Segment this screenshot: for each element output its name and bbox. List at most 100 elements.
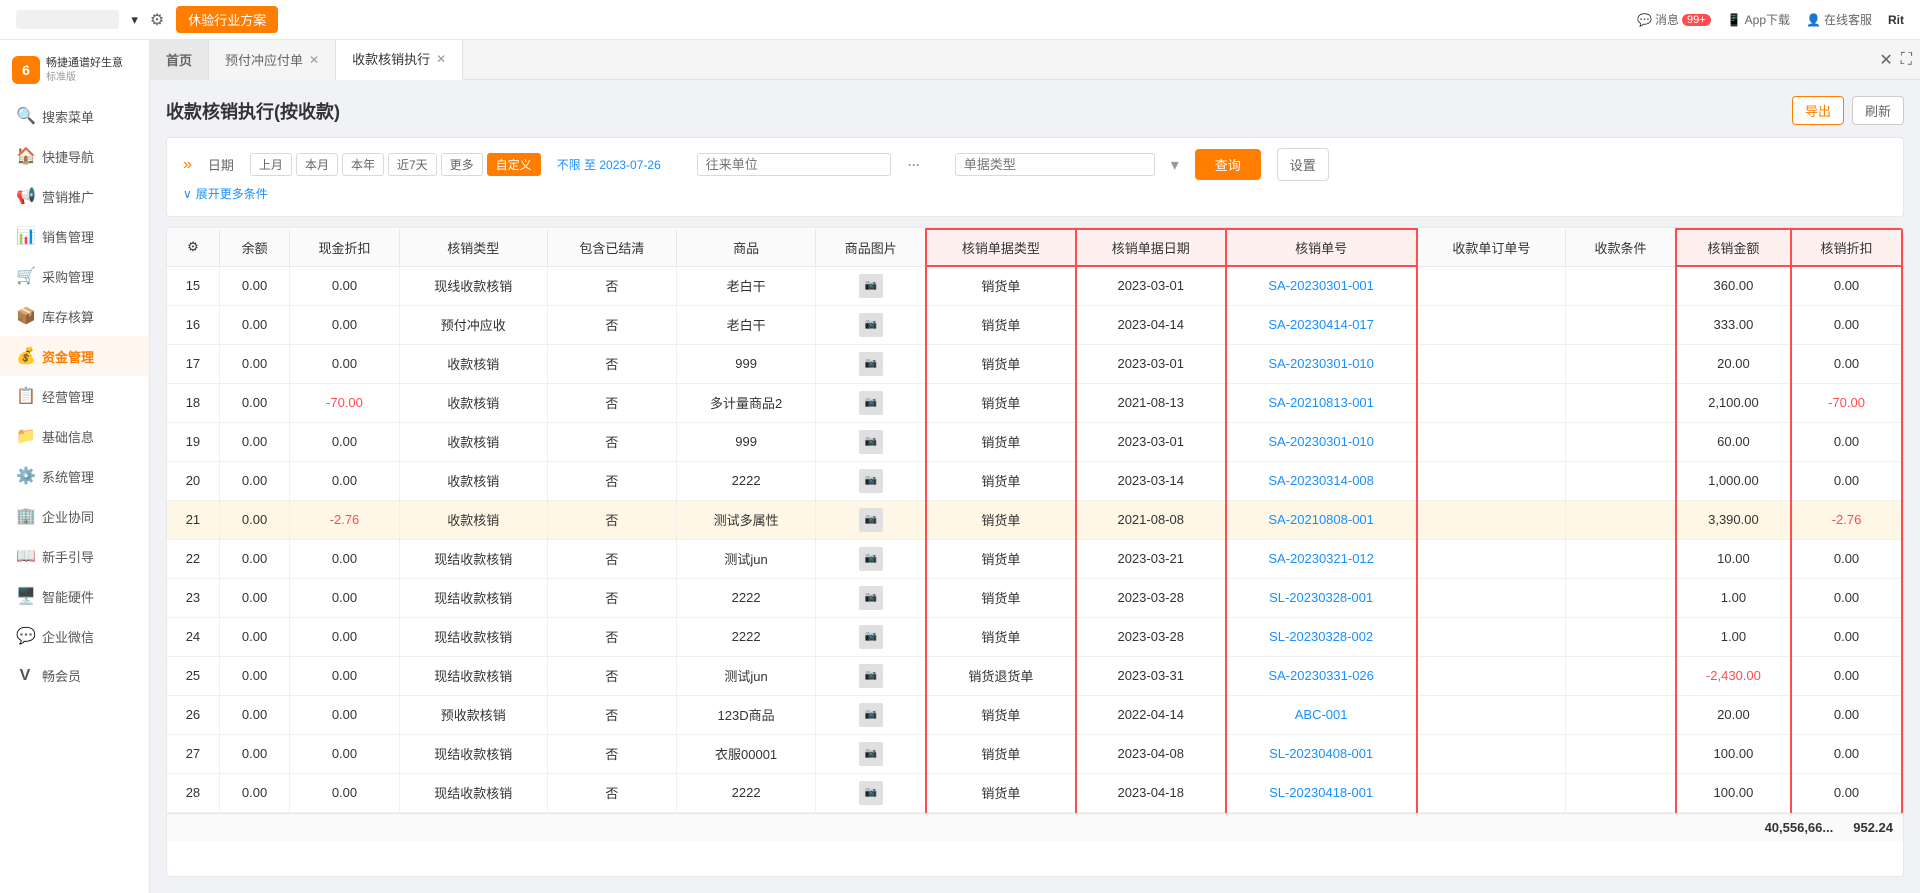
sidebar-item-inventory[interactable]: 📦 库存核算 xyxy=(0,296,149,336)
sidebar-item-sales[interactable]: 📊 销售管理 xyxy=(0,216,149,256)
cell-writeoff-doc-date: 2021-08-08 xyxy=(1076,500,1226,539)
cell-receipt-order-no xyxy=(1417,500,1566,539)
settings-button[interactable]: 设置 xyxy=(1277,148,1329,181)
sidebar-item-marketing[interactable]: 📢 营销推广 xyxy=(0,176,149,216)
sidebar-item-basic[interactable]: 📁 基础信息 xyxy=(0,416,149,456)
cell-writeoff-doc-no[interactable]: SA-20230301-001 xyxy=(1226,266,1417,305)
cell-writeoff-doc-no[interactable]: SA-20230331-026 xyxy=(1226,656,1417,695)
export-button[interactable]: 导出 xyxy=(1792,96,1844,125)
cell-writeoff-doc-no[interactable]: SL-20230418-001 xyxy=(1226,773,1417,812)
cell-writeoff-doc-no[interactable]: SL-20230408-001 xyxy=(1226,734,1417,773)
cell-write-off-type: 预收款核销 xyxy=(399,695,547,734)
sidebar-label-corp: 企业协同 xyxy=(42,507,94,526)
date-btn-this-month[interactable]: 本月 xyxy=(296,153,338,176)
query-button[interactable]: 查询 xyxy=(1195,149,1261,180)
expand-more-btn[interactable]: ∨ 展开更多条件 xyxy=(183,185,1887,202)
doc-no-link[interactable]: SL-20230408-001 xyxy=(1269,746,1373,761)
date-btn-last-month[interactable]: 上月 xyxy=(250,153,292,176)
dropdown-arrow[interactable]: ▾ xyxy=(131,12,138,28)
cell-writeoff-doc-no[interactable]: SL-20230328-002 xyxy=(1226,617,1417,656)
cell-balance: 0.00 xyxy=(219,500,289,539)
app-download-link[interactable]: 📱 App下载 xyxy=(1727,11,1790,28)
cell-receipt-order-no xyxy=(1417,305,1566,344)
online-service-link[interactable]: 👤 在线客服 xyxy=(1806,11,1872,28)
cell-product-img: 📷 xyxy=(816,422,926,461)
cell-receipt-order-no xyxy=(1417,734,1566,773)
cell-writeoff-doc-no[interactable]: SA-20230314-008 xyxy=(1226,461,1417,500)
doc-no-link[interactable]: SA-20230321-012 xyxy=(1268,551,1374,566)
col-settings[interactable]: ⚙ xyxy=(167,229,219,266)
home-icon: 🏠 xyxy=(16,146,34,166)
cell-writeoff-doc-no[interactable]: SL-20230328-001 xyxy=(1226,578,1417,617)
cell-include-settled: 否 xyxy=(547,656,676,695)
doc-no-link[interactable]: SA-20230301-010 xyxy=(1268,434,1374,449)
refresh-button[interactable]: 刷新 xyxy=(1852,96,1904,125)
cell-writeoff-doc-no[interactable]: ABC-001 xyxy=(1226,695,1417,734)
sidebar-item-operation[interactable]: 📋 经营管理 xyxy=(0,376,149,416)
doc-no-link[interactable]: SA-20230314-008 xyxy=(1268,473,1374,488)
sidebar-item-finance[interactable]: 💰 资金管理 xyxy=(0,336,149,376)
cell-writeoff-doc-no[interactable]: SA-20230321-012 xyxy=(1226,539,1417,578)
sidebar-label-quick-nav: 快捷导航 xyxy=(42,147,94,166)
date-btn-this-year[interactable]: 本年 xyxy=(342,153,384,176)
doc-no-link[interactable]: SA-20230301-010 xyxy=(1268,356,1374,371)
sidebar-item-purchase[interactable]: 🛒 采购管理 xyxy=(0,256,149,296)
doc-no-link[interactable]: SA-20230331-026 xyxy=(1268,668,1374,683)
sidebar-item-guide[interactable]: 📖 新手引导 xyxy=(0,536,149,576)
cell-write-off-type: 现线收款核销 xyxy=(399,266,547,305)
counterpart-input[interactable] xyxy=(697,153,891,176)
cell-writeoff-doc-no[interactable]: SA-20230301-010 xyxy=(1226,422,1417,461)
date-btn-7days[interactable]: 近7天 xyxy=(388,153,437,176)
table-row: 20 0.00 0.00 收款核销 否 2222 📷 销货单 2023-03-1… xyxy=(167,461,1902,500)
sidebar-item-search[interactable]: 🔍 搜索菜单 xyxy=(0,96,149,136)
sidebar-item-corp[interactable]: 🏢 企业协同 xyxy=(0,496,149,536)
sidebar-item-vip[interactable]: V 畅会员 xyxy=(0,656,149,695)
doc-type-dropdown[interactable]: ▾ xyxy=(1171,155,1179,175)
gear-icon[interactable]: ⚙ xyxy=(150,10,164,30)
top-bar-left: ▾ ⚙ 休验行业方案 xyxy=(16,6,278,33)
sidebar-item-quick-nav[interactable]: 🏠 快捷导航 xyxy=(0,136,149,176)
date-btn-more[interactable]: 更多 xyxy=(441,153,483,176)
tab-collect[interactable]: 收款核销执行 ✕ xyxy=(336,40,463,80)
cell-cash-discount: 0.00 xyxy=(290,422,399,461)
doc-no-link[interactable]: SA-20210813-001 xyxy=(1268,395,1374,410)
cell-row-no: 20 xyxy=(167,461,219,500)
doc-no-link[interactable]: SA-20230301-001 xyxy=(1268,278,1374,293)
tab-expand-btn[interactable]: ⛶ xyxy=(1901,51,1912,69)
sidebar-item-system[interactable]: ⚙️ 系统管理 xyxy=(0,456,149,496)
tab-collect-close[interactable]: ✕ xyxy=(436,52,446,66)
doc-no-link[interactable]: SA-20210808-001 xyxy=(1268,512,1374,527)
operation-icon: 📋 xyxy=(16,386,34,406)
cell-product: 999 xyxy=(676,422,816,461)
tab-home[interactable]: 首页 xyxy=(150,40,209,80)
cell-balance: 0.00 xyxy=(219,617,289,656)
doc-no-link[interactable]: SA-20230414-017 xyxy=(1268,317,1374,332)
tab-prepay[interactable]: 预付冲应付单 ✕ xyxy=(209,40,336,80)
sidebar-item-hardware[interactable]: 🖥️ 智能硬件 xyxy=(0,576,149,616)
industry-btn[interactable]: 休验行业方案 xyxy=(176,6,278,33)
cell-writeoff-doc-no[interactable]: SA-20230301-010 xyxy=(1226,344,1417,383)
doc-no-link[interactable]: SL-20230418-001 xyxy=(1269,785,1373,800)
date-btn-custom[interactable]: 自定义 xyxy=(487,153,541,176)
doc-type-select[interactable] xyxy=(955,153,1155,176)
message-icon-area[interactable]: 💬 消息 99+ xyxy=(1637,11,1711,28)
cell-writeoff-discount: 0.00 xyxy=(1791,773,1902,812)
tab-close-window-btn[interactable]: ✕ xyxy=(1879,50,1892,70)
doc-no-link[interactable]: SL-20230328-001 xyxy=(1269,590,1373,605)
page-title: 收款核销执行(按收款) xyxy=(166,98,340,124)
main-content: 首页 预付冲应付单 ✕ 收款核销执行 ✕ ✕ ⛶ 收款核销执行(按收款) 导出 … xyxy=(150,40,1920,893)
counterpart-dots-btn[interactable]: ··· xyxy=(907,154,919,175)
tab-prepay-close[interactable]: ✕ xyxy=(309,53,319,67)
cell-writeoff-doc-no[interactable]: SA-20210813-001 xyxy=(1226,383,1417,422)
cell-row-no: 19 xyxy=(167,422,219,461)
tab-collect-label: 收款核销执行 xyxy=(352,49,430,68)
cell-writeoff-doc-no[interactable]: SA-20230414-017 xyxy=(1226,305,1417,344)
col-receipt-condition: 收款条件 xyxy=(1566,229,1676,266)
sidebar-item-wechat[interactable]: 💬 企业微信 xyxy=(0,616,149,656)
cell-writeoff-doc-no[interactable]: SA-20210808-001 xyxy=(1226,500,1417,539)
filter-expand-icon[interactable]: » xyxy=(183,156,192,174)
cell-writeoff-doc-type: 销货单 xyxy=(926,383,1076,422)
cell-cash-discount: -70.00 xyxy=(290,383,399,422)
doc-no-link[interactable]: SL-20230328-002 xyxy=(1269,629,1373,644)
doc-no-link[interactable]: ABC-001 xyxy=(1295,707,1348,722)
